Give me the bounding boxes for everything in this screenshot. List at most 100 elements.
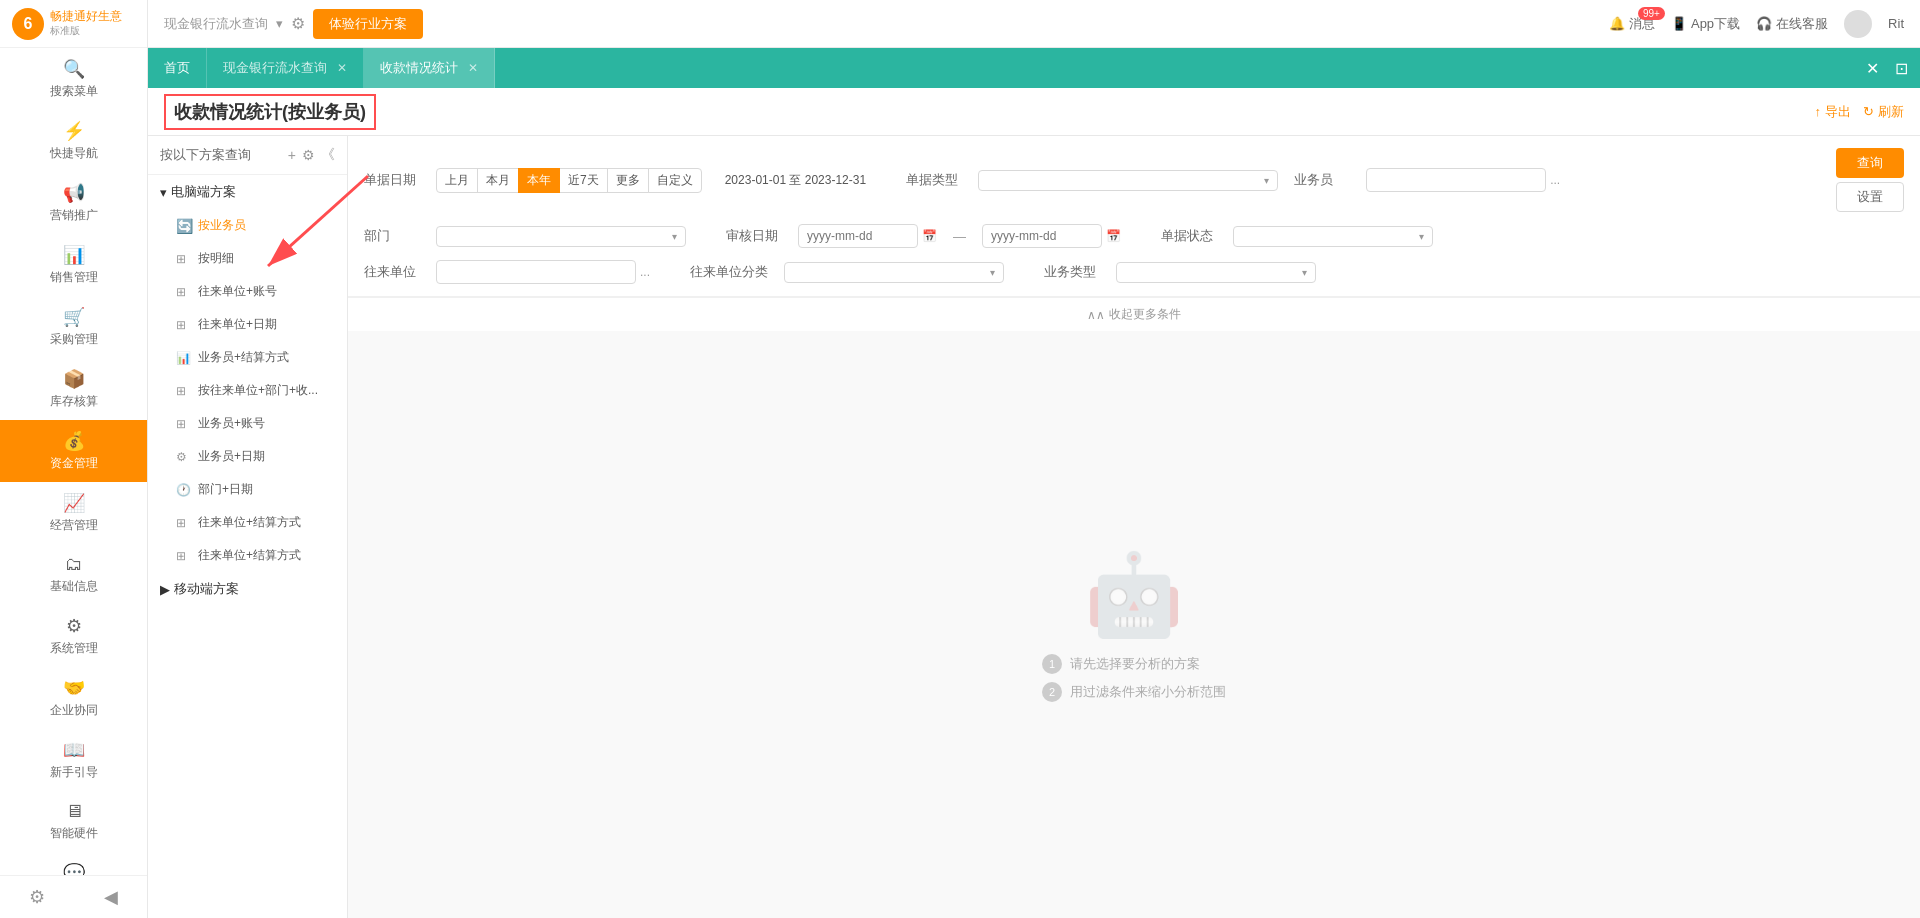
doc-type-select[interactable]: ▾	[978, 170, 1278, 191]
scheme-item-counterparty-settle1[interactable]: ⊞ 往来单位+结算方式	[148, 506, 347, 539]
date-btn-custom[interactable]: 自定义	[648, 168, 702, 193]
refresh-btn[interactable]: ↻ 刷新	[1863, 103, 1904, 121]
audit-date-to-input[interactable]	[982, 224, 1102, 248]
system-icon: ⚙	[66, 615, 82, 637]
bank-flow-tab-label: 现金银行流水查询	[223, 59, 327, 77]
audit-date-from-input[interactable]	[798, 224, 918, 248]
system-label: 系统管理	[50, 640, 98, 657]
sidebar-item-enterprise[interactable]: 🤝 企业协同	[0, 667, 147, 729]
collapse-scheme-btn[interactable]: 《	[321, 146, 335, 164]
logo-icon: 6	[12, 8, 44, 40]
operations-label: 经营管理	[50, 517, 98, 534]
dept-select[interactable]: ▾	[436, 226, 686, 247]
date-btn-this-month[interactable]: 本月	[477, 168, 519, 193]
breadcrumb-dropdown-icon[interactable]: ▾	[276, 16, 283, 31]
scheme-item-counterparty-dept[interactable]: ⊞ 按往来单位+部门+收...	[148, 374, 347, 407]
notification-btn[interactable]: 🔔 消息 99+	[1609, 15, 1655, 33]
guide-icon: 📖	[63, 739, 85, 761]
marketing-icon: 📢	[63, 182, 85, 204]
scheme-group-pc-title[interactable]: ▾ 电脑端方案	[148, 175, 347, 209]
scheme-item-detail[interactable]: ⊞ 按明细	[148, 242, 347, 275]
scheme-item-icon-dd: 🕐	[176, 483, 192, 497]
settings-icon[interactable]: ⚙	[29, 886, 45, 908]
date-btn-last-month[interactable]: 上月	[436, 168, 478, 193]
scheme-item-icon-salesperson: 🔄	[176, 218, 192, 234]
app-download-btn[interactable]: 📱 App下载	[1671, 15, 1740, 33]
biz-type-arrow-icon: ▾	[1302, 267, 1307, 278]
tab-bar-right: ✕ ⊡	[1862, 55, 1920, 82]
biz-type-select[interactable]: ▾	[1116, 262, 1316, 283]
salesperson-input[interactable]	[1366, 168, 1546, 192]
sidebar-item-system[interactable]: ⚙ 系统管理	[0, 605, 147, 667]
audit-date-to-calendar-icon[interactable]: 📅	[1106, 229, 1121, 243]
step-1-num: 1	[1042, 654, 1062, 674]
enterprise-icon: 🤝	[63, 677, 85, 699]
collection-stat-tab-label: 收款情况统计	[380, 59, 458, 77]
date-dash: —	[953, 229, 966, 244]
finance-label: 资金管理	[50, 455, 98, 472]
query-btn[interactable]: 查询	[1836, 148, 1904, 178]
collapse-icon[interactable]: ◀	[104, 886, 118, 908]
sidebar-item-hardware[interactable]: 🖥 智能硬件	[0, 791, 147, 852]
scheme-item-counterparty-date[interactable]: ⊞ 往来单位+日期	[148, 308, 347, 341]
add-scheme-btn[interactable]: +	[288, 147, 296, 163]
doc-status-select[interactable]: ▾	[1233, 226, 1433, 247]
scheme-item-label-cd: 往来单位+日期	[198, 316, 277, 333]
counterparty-type-arrow-icon: ▾	[990, 267, 995, 278]
counterparty-input[interactable]	[436, 260, 636, 284]
basic-label: 基础信息	[50, 578, 98, 595]
counterparty-more-btn[interactable]: ...	[640, 265, 650, 279]
sidebar-item-quick-nav[interactable]: ⚡ 快捷导航	[0, 110, 147, 172]
search-menu-icon: 🔍	[63, 58, 85, 80]
sidebar-item-search-menu[interactable]: 🔍 搜索菜单	[0, 48, 147, 110]
settings-gear-icon[interactable]: ⚙	[291, 14, 305, 33]
date-btn-more[interactable]: 更多	[607, 168, 649, 193]
scheme-item-label-cdept: 按往来单位+部门+收...	[198, 382, 318, 399]
finance-icon: 💰	[63, 430, 85, 452]
scheme-item-counterparty-settle2[interactable]: ⊞ 往来单位+结算方式	[148, 539, 347, 572]
sidebar-item-operations[interactable]: 📈 经营管理	[0, 482, 147, 544]
trial-btn[interactable]: 体验行业方案	[313, 9, 423, 39]
scheme-item-salesperson-settle[interactable]: 📊 业务员+结算方式	[148, 341, 347, 374]
scheme-item-salesperson-account[interactable]: ⊞ 业务员+账号	[148, 407, 347, 440]
tab-close-collection-stat[interactable]: ✕	[468, 61, 478, 75]
marketing-label: 营销推广	[50, 207, 98, 224]
empty-step-2: 2 用过滤条件来缩小分析范围	[1042, 682, 1226, 702]
tab-home[interactable]: 首页	[148, 48, 207, 88]
tab-bank-flow[interactable]: 现金银行流水查询 ✕	[207, 48, 364, 88]
date-btn-7days[interactable]: 近7天	[559, 168, 608, 193]
sidebar-bottom: ⚙ ◀	[0, 875, 147, 918]
tab-collection-stat[interactable]: 收款情况统计 ✕	[364, 48, 495, 88]
sidebar-item-sales[interactable]: 📊 销售管理	[0, 234, 147, 296]
scheme-item-icon-ca: ⊞	[176, 285, 192, 299]
salesperson-more-btn[interactable]: ...	[1550, 173, 1560, 187]
salesperson-field: ...	[1366, 168, 1560, 192]
counterparty-type-select[interactable]: ▾	[784, 262, 1004, 283]
collapse-bar[interactable]: ∧∧ 收起更多条件	[348, 297, 1920, 331]
refresh-icon: ↻	[1863, 104, 1874, 119]
sidebar-item-guide[interactable]: 📖 新手引导	[0, 729, 147, 791]
date-btn-this-year[interactable]: 本年	[518, 168, 560, 193]
sales-icon: 📊	[63, 244, 85, 266]
sidebar-item-basic[interactable]: 🗂 基础信息	[0, 544, 147, 605]
tab-close-all-btn[interactable]: ✕	[1862, 55, 1883, 82]
column-settings-btn[interactable]: 设置	[1836, 182, 1904, 212]
user-avatar[interactable]	[1844, 10, 1872, 38]
tab-restore-btn[interactable]: ⊡	[1891, 55, 1912, 82]
scheme-item-label-ca: 往来单位+账号	[198, 283, 277, 300]
sidebar-item-finance[interactable]: 💰 资金管理	[0, 420, 147, 482]
audit-date-from-calendar-icon[interactable]: 📅	[922, 229, 937, 243]
export-btn[interactable]: ↑ 导出	[1815, 103, 1852, 121]
scheme-item-salesperson-date[interactable]: ⚙ 业务员+日期	[148, 440, 347, 473]
scheme-settings-btn[interactable]: ⚙	[302, 147, 315, 163]
scheme-item-salesperson[interactable]: 🔄 按业务员	[148, 209, 347, 242]
sidebar-item-purchase[interactable]: 🛒 采购管理	[0, 296, 147, 358]
sidebar-item-marketing[interactable]: 📢 营销推广	[0, 172, 147, 234]
scheme-group-mobile-title[interactable]: ▶ 移动端方案	[148, 572, 347, 606]
scheme-item-dept-date[interactable]: 🕐 部门+日期	[148, 473, 347, 506]
tab-close-bank-flow[interactable]: ✕	[337, 61, 347, 75]
scheme-item-counterparty-account[interactable]: ⊞ 往来单位+账号	[148, 275, 347, 308]
sidebar-item-wechat[interactable]: 💬 企业微信	[0, 852, 147, 875]
sidebar-item-inventory[interactable]: 📦 库存核算	[0, 358, 147, 420]
online-service-btn[interactable]: 🎧 在线客服	[1756, 15, 1828, 33]
